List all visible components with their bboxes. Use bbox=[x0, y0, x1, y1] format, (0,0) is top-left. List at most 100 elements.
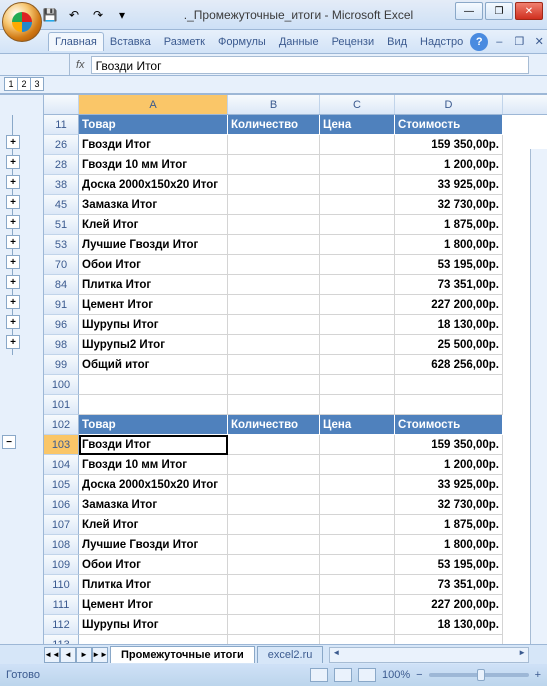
cell[interactable] bbox=[228, 335, 320, 355]
cell[interactable]: Гвозди Итог bbox=[79, 435, 228, 455]
cell[interactable] bbox=[320, 175, 395, 195]
row-header[interactable]: 113 bbox=[44, 635, 79, 644]
tab-data[interactable]: Данные bbox=[273, 33, 326, 51]
cell[interactable]: 227 200,00р. bbox=[395, 595, 503, 615]
cell[interactable] bbox=[79, 635, 228, 644]
cell[interactable] bbox=[79, 375, 228, 395]
row-header[interactable]: 11 bbox=[44, 115, 79, 135]
outline-expand-icon[interactable]: + bbox=[6, 335, 20, 349]
cell[interactable] bbox=[320, 495, 395, 515]
cell[interactable] bbox=[228, 575, 320, 595]
cell[interactable]: Гвозди 10 мм Итог bbox=[79, 155, 228, 175]
outline-expand-icon[interactable]: + bbox=[6, 275, 20, 289]
row-header[interactable]: 26 bbox=[44, 135, 79, 155]
row-header[interactable]: 51 bbox=[44, 215, 79, 235]
cell[interactable] bbox=[320, 595, 395, 615]
outline-expand-icon[interactable]: + bbox=[6, 255, 20, 269]
cell[interactable]: Цена bbox=[320, 415, 395, 435]
close-button[interactable]: ✕ bbox=[515, 2, 543, 20]
row-header[interactable]: 38 bbox=[44, 175, 79, 195]
row-header[interactable]: 45 bbox=[44, 195, 79, 215]
cell[interactable]: 25 500,00р. bbox=[395, 335, 503, 355]
row-header[interactable]: 91 bbox=[44, 295, 79, 315]
cell[interactable] bbox=[228, 515, 320, 535]
cell[interactable] bbox=[320, 335, 395, 355]
cell[interactable] bbox=[228, 235, 320, 255]
row-header[interactable]: 70 bbox=[44, 255, 79, 275]
cell[interactable] bbox=[228, 275, 320, 295]
cell[interactable] bbox=[320, 155, 395, 175]
maximize-button[interactable]: ❐ bbox=[485, 2, 513, 20]
outline-expand-icon[interactable]: + bbox=[6, 175, 20, 189]
cell[interactable] bbox=[228, 535, 320, 555]
row-header[interactable]: 104 bbox=[44, 455, 79, 475]
cell[interactable] bbox=[228, 175, 320, 195]
cell[interactable]: 1 800,00р. bbox=[395, 535, 503, 555]
formula-input[interactable]: Гвозди Итог bbox=[91, 56, 529, 74]
cell[interactable] bbox=[228, 635, 320, 644]
cell[interactable]: Товар bbox=[79, 115, 228, 135]
cell[interactable] bbox=[228, 555, 320, 575]
cell[interactable] bbox=[395, 375, 503, 395]
outline-expand-icon[interactable]: + bbox=[6, 195, 20, 209]
row-header[interactable]: 108 bbox=[44, 535, 79, 555]
cell[interactable] bbox=[228, 375, 320, 395]
cell[interactable]: 1 875,00р. bbox=[395, 515, 503, 535]
cell[interactable] bbox=[228, 255, 320, 275]
fx-icon[interactable]: fx bbox=[70, 59, 91, 71]
cell[interactable] bbox=[320, 135, 395, 155]
cell[interactable] bbox=[228, 215, 320, 235]
zoom-in-icon[interactable]: + bbox=[535, 669, 541, 681]
row-header[interactable]: 100 bbox=[44, 375, 79, 395]
cell[interactable]: 1 200,00р. bbox=[395, 155, 503, 175]
view-break-icon[interactable] bbox=[358, 668, 376, 682]
cell[interactable]: 73 351,00р. bbox=[395, 575, 503, 595]
cell[interactable]: 53 195,00р. bbox=[395, 555, 503, 575]
cell[interactable] bbox=[320, 255, 395, 275]
cell[interactable] bbox=[320, 295, 395, 315]
cell[interactable] bbox=[228, 475, 320, 495]
cell[interactable]: 1 875,00р. bbox=[395, 215, 503, 235]
cell[interactable] bbox=[320, 435, 395, 455]
outline-expand-icon[interactable]: + bbox=[6, 295, 20, 309]
cell[interactable] bbox=[228, 455, 320, 475]
col-header-c[interactable]: C bbox=[320, 95, 395, 114]
outline-collapse-icon[interactable]: − bbox=[2, 435, 16, 449]
sheet-nav-first[interactable]: ◄◄ bbox=[44, 647, 60, 663]
cell[interactable] bbox=[320, 275, 395, 295]
row-header[interactable]: 96 bbox=[44, 315, 79, 335]
cell[interactable]: 33 925,00р. bbox=[395, 475, 503, 495]
tab-view[interactable]: Вид bbox=[381, 33, 414, 51]
cell[interactable]: 1 200,00р. bbox=[395, 455, 503, 475]
outline-level-2[interactable]: 2 bbox=[17, 77, 31, 91]
cell[interactable] bbox=[320, 555, 395, 575]
row-header[interactable]: 111 bbox=[44, 595, 79, 615]
row-header[interactable]: 106 bbox=[44, 495, 79, 515]
cell[interactable] bbox=[320, 455, 395, 475]
cell[interactable]: Шурупы2 Итог bbox=[79, 335, 228, 355]
cell[interactable]: Шурупы Итог bbox=[79, 615, 228, 635]
cell[interactable] bbox=[228, 355, 320, 375]
tab-addins[interactable]: Надстро bbox=[414, 33, 470, 51]
tab-home[interactable]: Главная bbox=[48, 32, 104, 51]
row-header[interactable]: 84 bbox=[44, 275, 79, 295]
cell[interactable]: Обои Итог bbox=[79, 555, 228, 575]
cell[interactable] bbox=[320, 315, 395, 335]
cell[interactable]: Гвозди Итог bbox=[79, 135, 228, 155]
cell[interactable]: 1 800,00р. bbox=[395, 235, 503, 255]
office-button[interactable] bbox=[2, 2, 42, 42]
cell[interactable]: Гвозди 10 мм Итог bbox=[79, 455, 228, 475]
row-header[interactable]: 110 bbox=[44, 575, 79, 595]
cell[interactable]: Цемент Итог bbox=[79, 295, 228, 315]
help-icon[interactable]: ? bbox=[470, 33, 488, 51]
cell[interactable]: Плитка Итог bbox=[79, 575, 228, 595]
cell[interactable] bbox=[228, 395, 320, 415]
cell[interactable]: 18 130,00р. bbox=[395, 615, 503, 635]
redo-icon[interactable]: ↷ bbox=[88, 5, 108, 25]
ribbon-restore-icon[interactable]: ❐ bbox=[510, 33, 528, 51]
cell[interactable] bbox=[320, 215, 395, 235]
undo-icon[interactable]: ↶ bbox=[64, 5, 84, 25]
cell[interactable] bbox=[228, 435, 320, 455]
outline-expand-icon[interactable]: + bbox=[6, 235, 20, 249]
ribbon-close-icon[interactable]: ✕ bbox=[530, 33, 547, 51]
